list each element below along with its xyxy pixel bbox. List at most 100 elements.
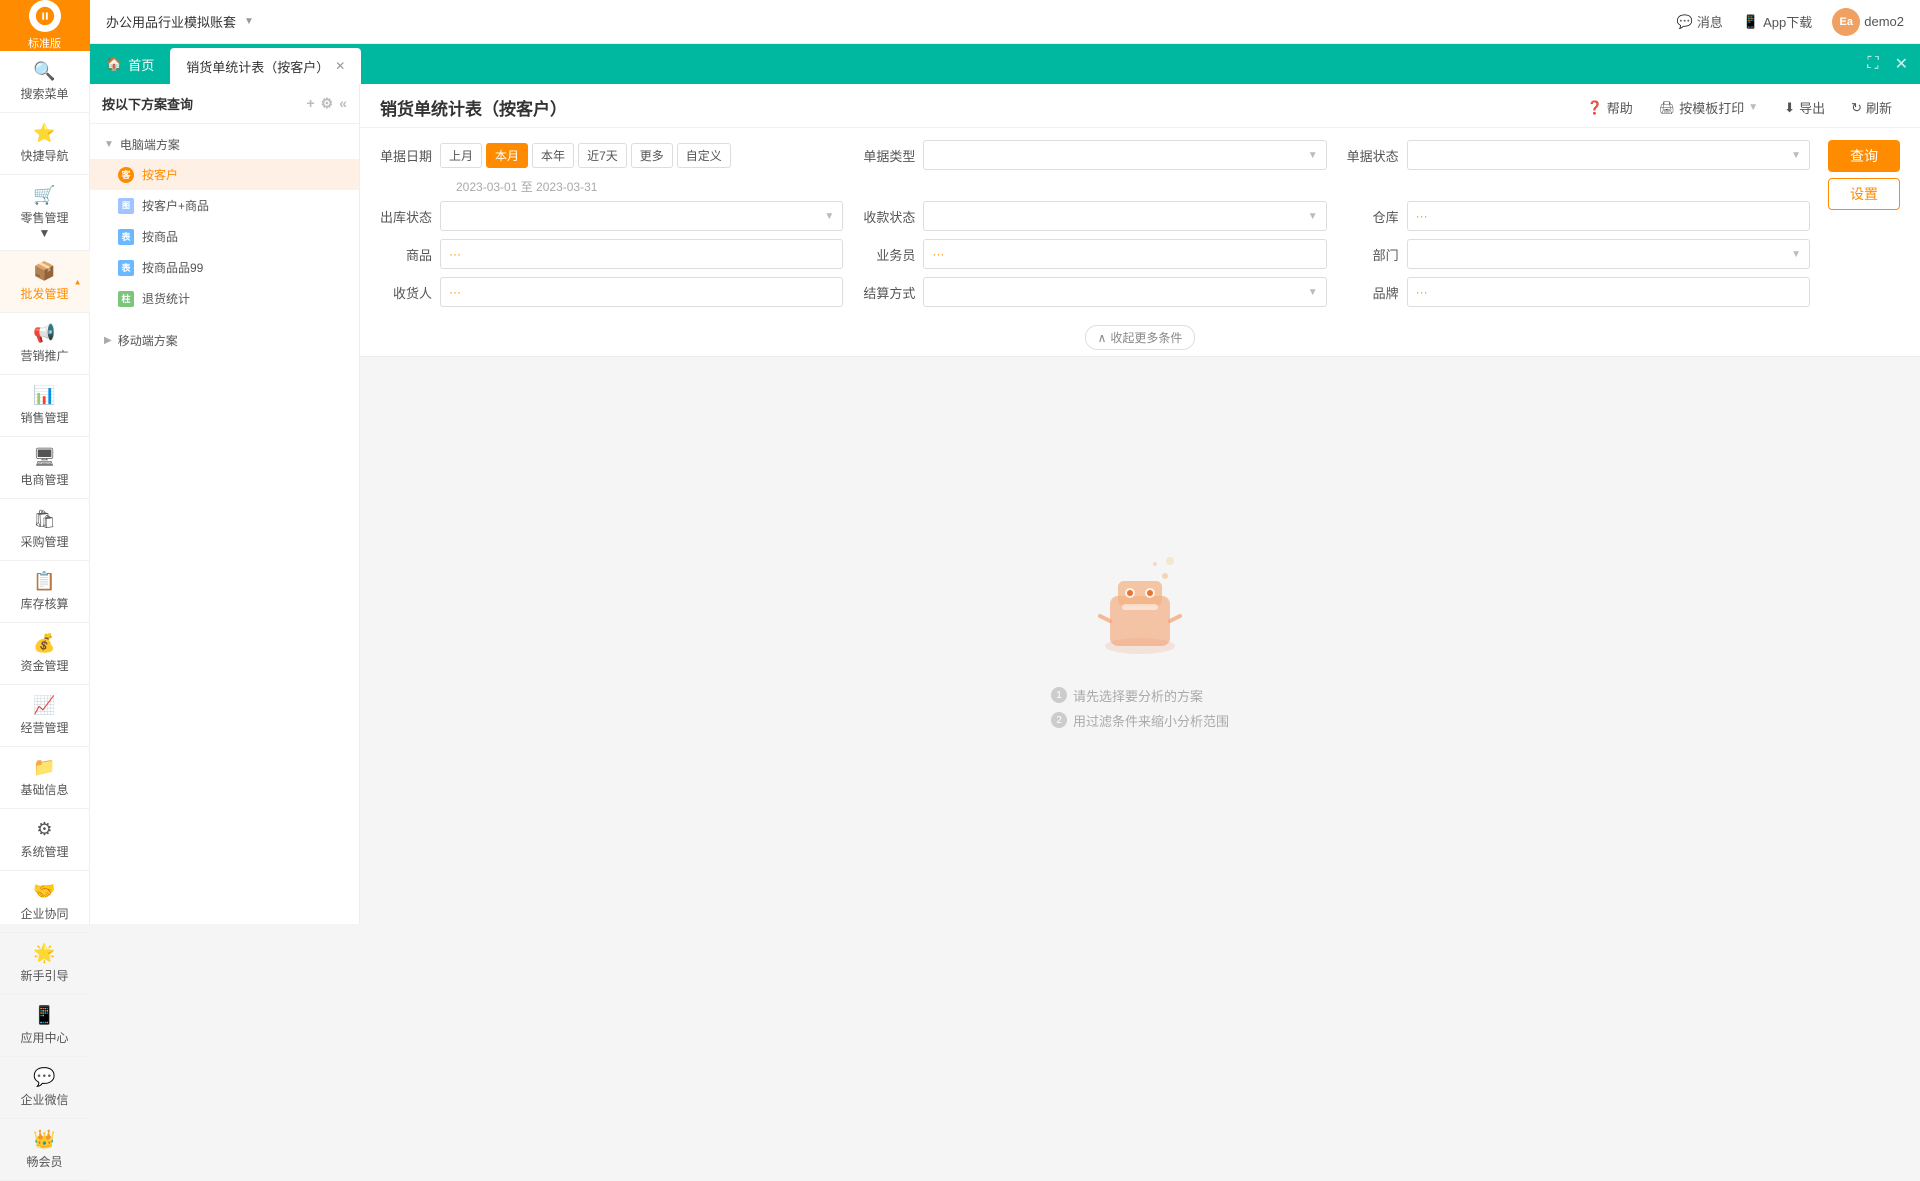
system-icon: ⚙ [5, 819, 85, 840]
date-range-text: 2023-03-01 至 2023-03-31 [456, 180, 597, 194]
app-title-dropdown[interactable]: ▼ [244, 16, 254, 27]
user-profile[interactable]: Ea demo2 [1832, 8, 1904, 36]
warehouse-value: ··· [1416, 209, 1428, 223]
staff-value: ··· [932, 247, 944, 261]
filter-warehouse-cell: 仓库 ··· [1347, 201, 1810, 231]
brand-select[interactable]: ··· [1407, 277, 1810, 307]
last-month-btn[interactable]: 上月 [440, 143, 482, 168]
receiver-value: ··· [449, 285, 461, 299]
app-title: 办公用品行业模拟账套 [106, 12, 236, 31]
sidebar-item-quick-nav[interactable]: ⭐ 快捷导航 [0, 113, 90, 175]
empty-state-illustration [1080, 546, 1200, 666]
custom-date-btn[interactable]: 自定义 [677, 143, 731, 168]
inventory-icon: 📋 [5, 571, 85, 592]
sidebar-item-operation-label: 经营管理 [5, 719, 85, 736]
sidebar-item-system-label: 系统管理 [5, 843, 85, 860]
message-icon: 💬 [1677, 14, 1693, 30]
type-select[interactable]: ▼ [923, 140, 1326, 170]
scheme-item-return-stats[interactable]: 柱 退货统计 [90, 283, 359, 314]
sidebar-item-newbie-label: 新手引导 [5, 967, 85, 984]
sidebar-item-enterprise-label: 企业协同 [5, 905, 85, 922]
tab-close-all[interactable]: ✕ [1895, 54, 1908, 74]
app-download-button[interactable]: 📱 App下载 [1743, 12, 1812, 31]
sidebar-item-base[interactable]: 📁 基础信息 [0, 747, 90, 809]
sidebar-item-vip[interactable]: 👑 畅会员 [0, 1119, 90, 1181]
scheme-item-by-customer[interactable]: 客 按客户 [90, 159, 359, 190]
sales-icon: 📊 [5, 385, 85, 406]
app-download-label: App下载 [1763, 12, 1812, 31]
refresh-button[interactable]: ↻ 刷新 [1843, 94, 1900, 121]
panel-settings-button[interactable]: ⚙ [321, 95, 334, 112]
vip-icon: 👑 [5, 1129, 85, 1150]
this-year-btn[interactable]: 本年 [532, 143, 574, 168]
out-status-label: 出库状态 [380, 207, 432, 226]
scheme-group-mobile-header[interactable]: ▶ 移动端方案 [90, 326, 359, 355]
empty-tip-1: 1 请先选择要分析的方案 [1051, 686, 1229, 705]
settle-select[interactable]: ▼ [923, 277, 1326, 307]
product-select[interactable]: ··· [440, 239, 843, 269]
dept-select[interactable]: ▼ [1407, 239, 1810, 269]
print-button[interactable]: 🖨 按模板打印 ▼ [1651, 94, 1766, 121]
pay-status-select[interactable]: ▼ [923, 201, 1326, 231]
scheme-label-by-product-99: 按商品品99 [142, 259, 203, 276]
scheme-item-by-product[interactable]: 表 按商品 [90, 221, 359, 252]
sidebar-item-search[interactable]: 🔍 搜索菜单 [0, 51, 90, 113]
app-subtitle: 标准版 [28, 35, 61, 51]
query-button[interactable]: 查询 [1828, 140, 1900, 172]
retail-icon: 🛒 [5, 185, 85, 206]
collapse-row: ∧ 收起更多条件 [360, 319, 1920, 357]
scheme-item-by-customer-product[interactable]: 图 按客户+商品 [90, 190, 359, 221]
staff-select[interactable]: ··· [923, 239, 1326, 269]
sidebar-item-finance[interactable]: 💰 资金管理 [0, 623, 90, 685]
sidebar-item-system[interactable]: ⚙ 系统管理 [0, 809, 90, 871]
sidebar-item-app-center[interactable]: 📱 应用中心 [0, 995, 90, 1057]
filter-dept-cell: 部门 ▼ [1347, 239, 1810, 269]
tab-close-sales-stats[interactable]: ✕ [335, 59, 345, 73]
status-select[interactable]: ▼ [1407, 140, 1810, 170]
scheme-group-pc-header[interactable]: ▼ 电脑端方案 [90, 130, 359, 159]
receiver-select[interactable]: ··· [440, 277, 843, 307]
export-label: 导出 [1799, 98, 1825, 117]
panel-collapse-button[interactable]: « [339, 95, 347, 112]
more-date-btn[interactable]: 更多 [631, 143, 673, 168]
tab-sales-stats[interactable]: 销货单统计表（按客户） ✕ [170, 48, 361, 84]
help-button[interactable]: ❓ 帮助 [1579, 94, 1641, 121]
panel-add-button[interactable]: + [306, 95, 314, 112]
collapse-button[interactable]: ∧ 收起更多条件 [1085, 325, 1196, 350]
panel-actions: + ⚙ « [306, 95, 347, 112]
date-range-display: 2023-03-01 至 2023-03-31 [380, 178, 1810, 201]
sidebar-item-enterprise-wechat[interactable]: 💬 企业微信 [0, 1057, 90, 1119]
filter-section: 单据日期 上月 本月 本年 近7天 更多 自定义 单据类型 [360, 128, 1920, 319]
warehouse-select[interactable]: ··· [1407, 201, 1810, 231]
sidebar-item-operation[interactable]: 📈 经营管理 [0, 685, 90, 747]
out-status-select[interactable]: ▼ [440, 201, 843, 231]
sidebar-item-ecommerce[interactable]: 🖥 电商管理 [0, 437, 90, 499]
export-icon: ⬇ [1784, 100, 1795, 116]
sidebar-item-newbie[interactable]: 🌟 新手引导 [0, 933, 90, 995]
settings-button[interactable]: 设置 [1828, 178, 1900, 210]
sidebar-item-wholesale[interactable]: 📦 批发管理 [0, 251, 90, 313]
filter-receiver-cell: 收货人 ··· [380, 277, 843, 307]
sidebar-item-purchase[interactable]: 🛍 采购管理 [0, 499, 90, 561]
search-icon: 🔍 [5, 61, 85, 82]
message-button[interactable]: 💬 消息 [1677, 12, 1723, 31]
tab-home[interactable]: 🏠 首页 [90, 44, 170, 84]
sidebar-item-quick-nav-label: 快捷导航 [5, 147, 85, 164]
tab-maximize-button[interactable]: ⛶ [1867, 55, 1878, 73]
filter-staff-cell: 业务员 ··· [863, 239, 1326, 269]
sidebar-item-marketing[interactable]: 📢 营销推广 [0, 313, 90, 375]
sidebar-item-sales[interactable]: 📊 销售管理 [0, 375, 90, 437]
last-7-days-btn[interactable]: 近7天 [578, 143, 627, 168]
export-button[interactable]: ⬇ 导出 [1776, 94, 1833, 121]
filter-row-3: 商品 ··· 业务员 ··· 部门 [380, 239, 1810, 269]
settle-label: 结算方式 [863, 283, 915, 302]
scheme-item-by-product-99[interactable]: 表 按商品品99 [90, 252, 359, 283]
print-icon: 🖨 [1659, 100, 1676, 116]
settle-arrow: ▼ [1308, 287, 1318, 298]
tab-sales-stats-label: 销货单统计表（按客户） [186, 57, 329, 76]
sidebar-item-inventory[interactable]: 📋 库存核算 [0, 561, 90, 623]
this-month-btn[interactable]: 本月 [486, 143, 528, 168]
out-status-arrow: ▼ [824, 211, 834, 222]
collapse-icon: ∧ [1098, 331, 1107, 345]
sidebar-item-retail[interactable]: 🛒 零售管理 [0, 175, 90, 251]
